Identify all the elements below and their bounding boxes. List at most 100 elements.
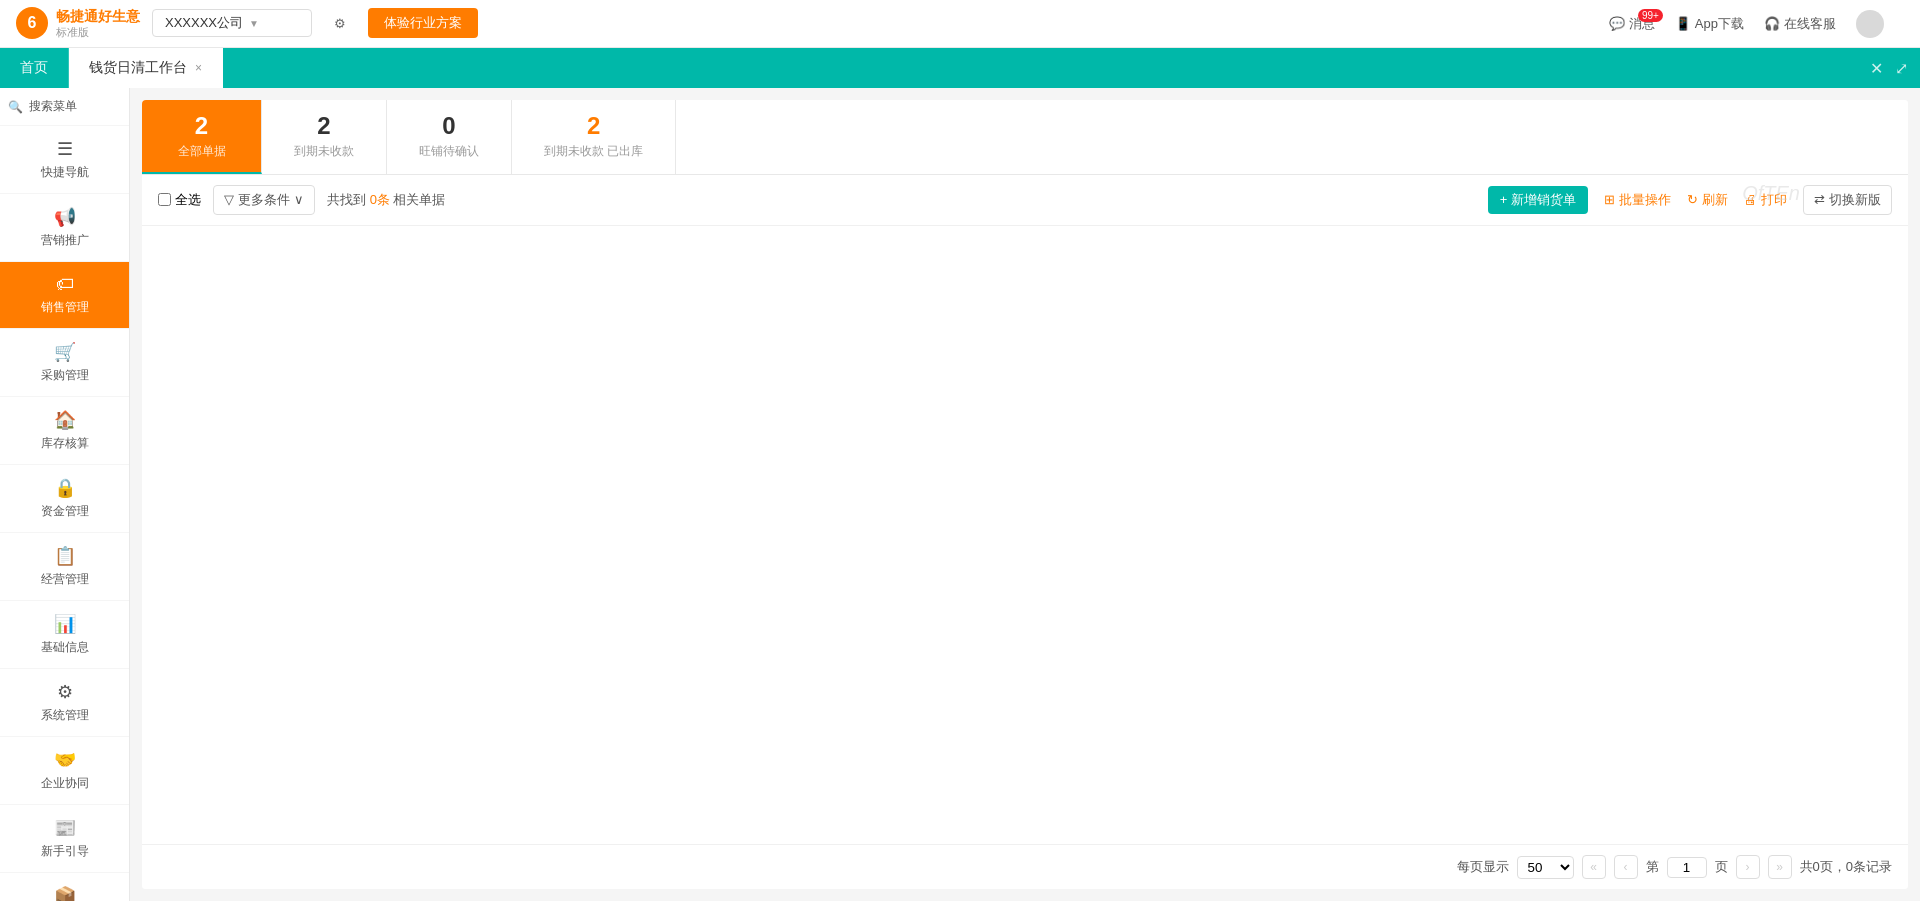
sales-icon: 🏷 [56,274,74,295]
tab-close-icon[interactable]: × [195,61,202,75]
stat-label-all: 全部单据 [178,143,226,160]
search-icon: 🔍 [8,100,23,114]
sidebar-item-sales[interactable]: 🏷 销售管理 [0,262,129,329]
message-icon: 💬 [1609,16,1625,31]
search-label: 搜索菜单 [29,98,77,115]
guide-icon: 📰 [54,817,76,839]
active-tab-label: 钱货日清工作台 [89,59,187,77]
system-icon: ⚙ [57,681,73,703]
per-page-select[interactable]: 50 10 20 100 [1517,856,1574,879]
found-text: 共找到 0条 相关单据 [327,191,445,209]
logo-area: 6 畅捷通好生意 标准版 [16,7,140,39]
shortcut-label: 快捷导航 [41,164,89,181]
purchase-icon: 🛒 [54,341,76,363]
tab-home[interactable]: 首页 [0,48,69,88]
nav-tabs: 首页 钱货日清工作台 × ✕ ⤢ [0,48,1920,88]
found-count: 0条 [370,192,390,207]
company-name: XXXXXX公司 [165,14,243,32]
filter-button[interactable]: ▽ 更多条件 ∨ [213,185,315,215]
settings-button[interactable]: ⚙ [324,7,356,39]
trial-button[interactable]: 体验行业方案 [368,8,478,38]
refresh-button[interactable]: ↻ 刷新 [1687,191,1728,209]
operation-label: 经营管理 [41,571,89,588]
online-service-label: 在线客服 [1784,15,1836,33]
stats-row: 2 全部单据 2 到期未收款 0 旺铺待确认 2 到期未收款 已出库 [142,100,1908,175]
purchase-label: 采购管理 [41,367,89,384]
app-download-button[interactable]: 📱 App下载 [1675,15,1744,33]
sidebar-item-guide[interactable]: 📰 新手引导 [0,805,129,873]
sidebar-item-operation[interactable]: 📋 经营管理 [0,533,129,601]
guide-label: 新手引导 [41,843,89,860]
page-input[interactable] [1667,857,1707,878]
main-layout: 🔍 搜索菜单 ☰ 快捷导航 📢 营销推广 🏷 销售管理 🛒 采购管理 🏠 库存核… [0,88,1920,901]
print-button[interactable]: 🖨 打印 [1744,191,1787,209]
stat-tab-shipped[interactable]: 2 到期未收款 已出库 [512,100,676,174]
stat-num-wangpu: 0 [442,112,455,141]
restore-window-icon[interactable]: ⤢ [1895,59,1908,78]
operation-icon: 📋 [54,545,76,567]
table-area [142,226,1908,844]
add-sale-order-button[interactable]: + 新增销货单 [1488,186,1588,214]
filter-chevron: ∨ [294,192,304,207]
sidebar-item-app[interactable]: 📦 应用中心 [0,873,129,901]
last-page-button[interactable]: » [1768,855,1792,879]
inventory-icon: 🏠 [54,409,76,431]
cooperation-icon: 🤝 [54,749,76,771]
header-right: 💬 消息 99+ 📱 App下载 🎧 在线客服 [1609,10,1904,38]
refresh-icon: ↻ [1687,192,1698,207]
pagination: 每页显示 50 10 20 100 « ‹ 第 页 › » 共0页，0条记录 [142,844,1908,889]
cooperation-label: 企业协同 [41,775,89,792]
select-all-checkbox[interactable]: 全选 [158,191,201,209]
message-button[interactable]: 💬 消息 99+ [1609,15,1655,33]
filter-label: 更多条件 [238,191,290,209]
finance-icon: 🔒 [54,477,76,499]
sidebar: 🔍 搜索菜单 ☰ 快捷导航 📢 营销推广 🏷 销售管理 🛒 采购管理 🏠 库存核… [0,88,130,901]
logo-text: 畅捷通好生意 标准版 [56,7,140,39]
sidebar-item-system[interactable]: ⚙ 系统管理 [0,669,129,737]
system-label: 系统管理 [41,707,89,724]
stat-tab-overdue[interactable]: 2 到期未收款 [262,100,387,174]
content: 2 全部单据 2 到期未收款 0 旺铺待确认 2 到期未收款 已出库 [130,88,1920,901]
sidebar-search[interactable]: 🔍 搜索菜单 [0,88,129,126]
close-window-icon[interactable]: ✕ [1870,59,1883,78]
stat-tab-all[interactable]: 2 全部单据 [142,100,262,174]
logo-main-text: 畅捷通好生意 [56,7,140,25]
logo-sub-text: 标准版 [56,25,140,39]
batch-operation-button[interactable]: ⊞ 批量操作 [1604,191,1671,209]
sidebar-item-inventory[interactable]: 🏠 库存核算 [0,397,129,465]
sidebar-item-finance[interactable]: 🔒 资金管理 [0,465,129,533]
prev-page-button[interactable]: ‹ [1614,855,1638,879]
switch-version-button[interactable]: ⇄ 切换新版 [1803,185,1892,215]
add-sale-label: + 新增销货单 [1500,191,1576,209]
print-label: 打印 [1761,191,1787,209]
stat-label-shipped: 到期未收款 已出库 [544,143,643,160]
sidebar-item-cooperation[interactable]: 🤝 企业协同 [0,737,129,805]
app-icon: 📱 [1675,16,1691,31]
stat-tab-wangpu[interactable]: 0 旺铺待确认 [387,100,512,174]
stat-num-overdue: 2 [317,112,330,141]
refresh-label: 刷新 [1702,191,1728,209]
first-page-button[interactable]: « [1582,855,1606,879]
select-all-label: 全选 [175,191,201,209]
sidebar-item-shortcut[interactable]: ☰ 快捷导航 [0,126,129,194]
logo-icon: 6 [16,7,48,39]
avatar[interactable] [1856,10,1884,38]
sales-label: 销售管理 [41,299,89,316]
select-all-input[interactable] [158,193,171,206]
message-badge: 99+ [1638,9,1663,22]
stat-num-shipped: 2 [587,112,600,141]
sidebar-item-base[interactable]: 📊 基础信息 [0,601,129,669]
sidebar-item-purchase[interactable]: 🛒 采购管理 [0,329,129,397]
marketing-label: 营销推广 [41,232,89,249]
page-suffix: 页 [1715,858,1728,876]
company-selector[interactable]: XXXXXX公司 ▼ [152,9,312,37]
home-tab-label: 首页 [20,59,48,77]
app-download-label: App下载 [1695,15,1744,33]
header-left: 6 畅捷通好生意 标准版 XXXXXX公司 ▼ ⚙ 体验行业方案 [16,7,478,39]
sidebar-item-marketing[interactable]: 📢 营销推广 [0,194,129,262]
online-service-button[interactable]: 🎧 在线客服 [1764,15,1836,33]
tab-qianhuoriging[interactable]: 钱货日清工作台 × [69,48,223,88]
toolbar: 全选 ▽ 更多条件 ∨ 共找到 0条 相关单据 + 新增销货单 [142,175,1908,226]
next-page-button[interactable]: › [1736,855,1760,879]
print-icon: 🖨 [1744,192,1757,207]
